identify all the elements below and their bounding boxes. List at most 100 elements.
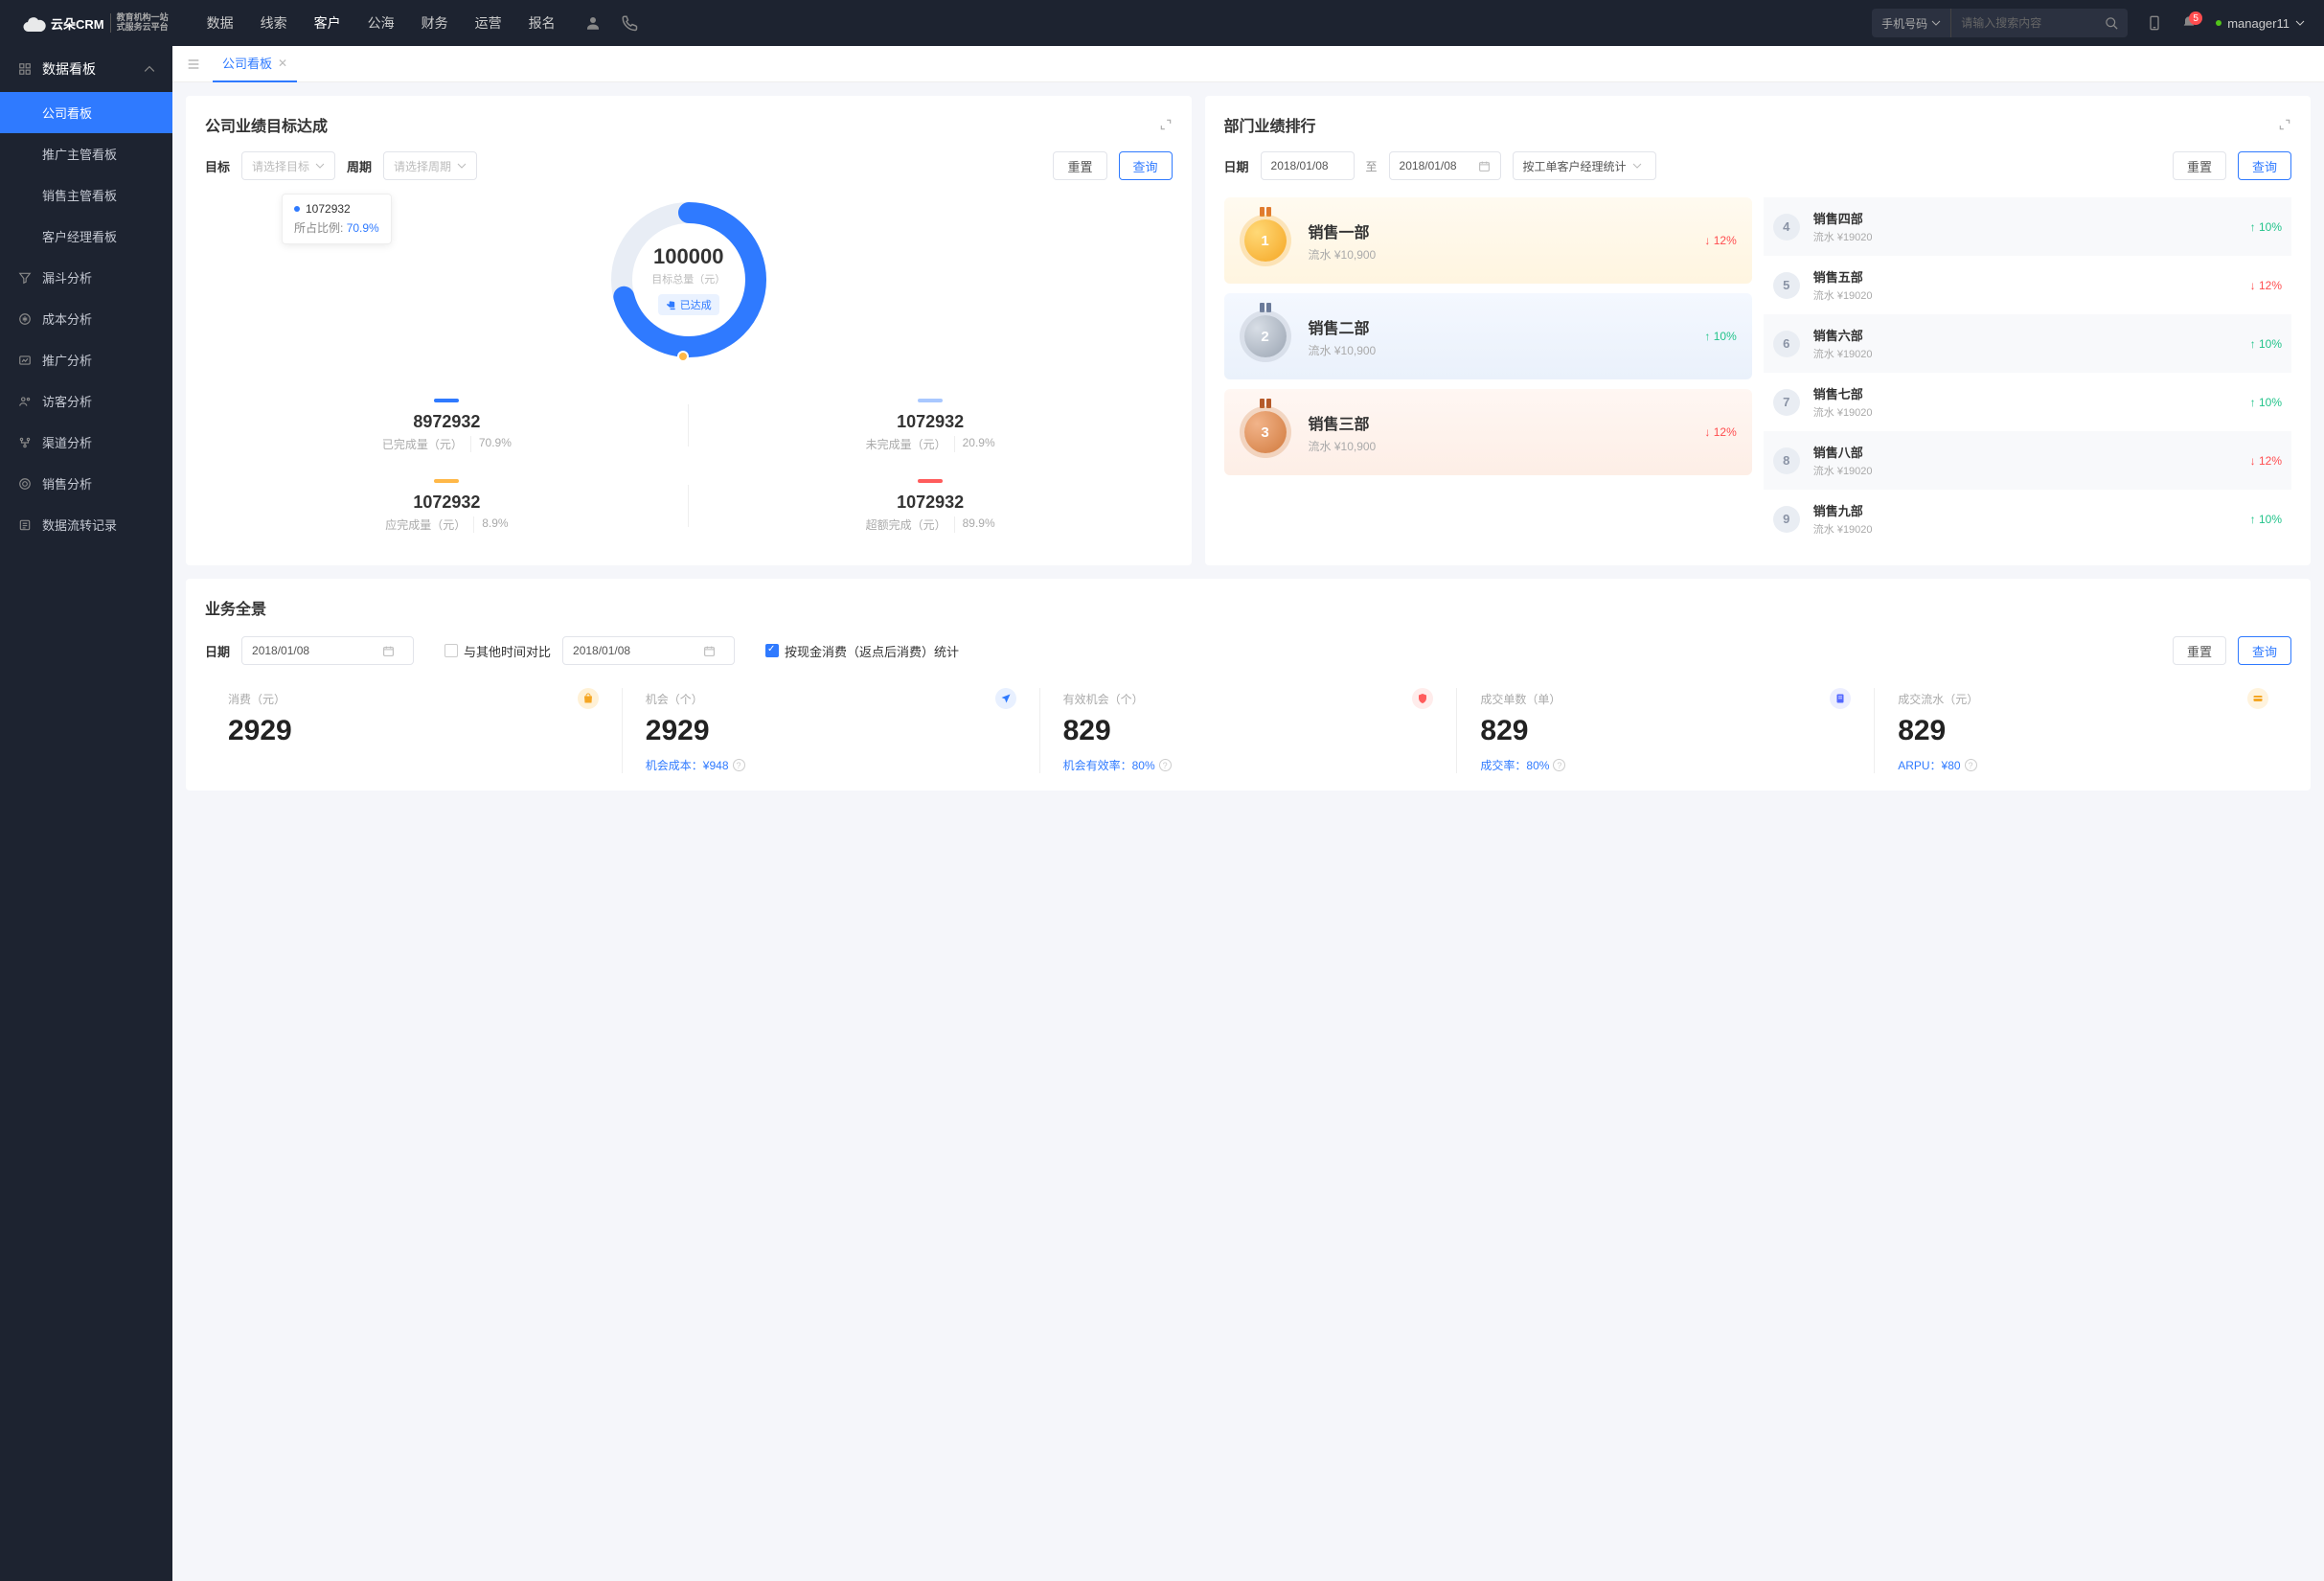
logo-icon [19, 13, 46, 33]
rank-row[interactable]: 9 销售九部 流水 ¥19020 ↑ 10% [1764, 490, 2291, 548]
mobile-icon[interactable] [2147, 15, 2162, 31]
help-icon[interactable]: ? [1553, 759, 1565, 771]
sidebar-item-cost[interactable]: 成本分析 [0, 298, 172, 339]
funnel-icon [17, 271, 33, 285]
user-menu[interactable]: manager11 [2216, 16, 2305, 31]
rank-num: 9 [1773, 506, 1800, 533]
rank-row[interactable]: 5 销售五部 流水 ¥19020 ↓ 12% [1764, 256, 2291, 314]
search-type-label: 手机号码 [1881, 15, 1927, 32]
rank-reset-button[interactable]: 重置 [2173, 151, 2226, 180]
ov-title: 消费（元） [228, 691, 285, 707]
goal-reset-button[interactable]: 重置 [1053, 151, 1106, 180]
ov-foot: 机会有效率：80%? [1063, 757, 1434, 773]
sidebar-item-funnel[interactable]: 漏斗分析 [0, 257, 172, 298]
nav-customers[interactable]: 客户 [314, 13, 341, 33]
ov-query-button[interactable]: 查询 [2238, 636, 2291, 665]
metric-label: 已完成量（元） [382, 436, 463, 452]
rank-delta: ↑ 10% [2250, 337, 2282, 351]
help-icon[interactable]: ? [1159, 759, 1172, 771]
rank-card[interactable]: 1 销售一部 流水 ¥10,900 ↓ 12% [1224, 197, 1752, 284]
tab-bar: 公司看板 ✕ [172, 46, 2324, 82]
sidebar-item-sales-board[interactable]: 销售主管看板 [0, 174, 172, 216]
notification-badge: 5 [2189, 11, 2202, 25]
rank-date-from[interactable] [1261, 151, 1355, 180]
sidebar-item-company-board[interactable]: 公司看板 [0, 92, 172, 133]
sidebar-toggle-icon[interactable] [182, 57, 205, 72]
search-button[interactable] [2095, 16, 2128, 31]
chart-tooltip: 1072932 所占比例: 70.9% [282, 194, 392, 244]
sidebar-item-sales[interactable]: 销售分析 [0, 463, 172, 504]
ov-title: 有效机会（个） [1063, 691, 1144, 707]
rank-card[interactable]: 2 销售二部 流水 ¥10,900 ↑ 10% [1224, 293, 1752, 379]
nav-signup[interactable]: 报名 [529, 13, 556, 33]
sidebar-item-promo-board[interactable]: 推广主管看板 [0, 133, 172, 174]
stat-mode-checkbox[interactable]: 按现金消费（返点后消费）统计 [765, 642, 959, 660]
ov-date2[interactable] [562, 636, 735, 665]
overview-cards: 消费（元） 2929 机会（个） 2929 机会成本：¥948? 有效机会（个）… [205, 688, 2291, 773]
goal-query-button[interactable]: 查询 [1119, 151, 1173, 180]
chevron-down-icon [457, 161, 467, 171]
search-type-select[interactable]: 手机号码 [1872, 9, 1951, 37]
period-select[interactable]: 请选择周期 [383, 151, 477, 180]
sidebar-item-channel[interactable]: 渠道分析 [0, 422, 172, 463]
ov-value: 2929 [646, 715, 1016, 747]
goal-panel-title: 公司业绩目标达成 [205, 113, 328, 136]
rank-sub: 流水 ¥19020 [1813, 404, 2250, 420]
tab-label: 公司看板 [222, 54, 272, 72]
ov-date1[interactable] [241, 636, 414, 665]
donut-chart: 1072932 所占比例: 70.9% 100000 目标总量（元） [205, 194, 1173, 366]
rank-delta: ↑ 10% [1704, 330, 1736, 343]
help-icon[interactable]: ? [733, 759, 745, 771]
tab-company-board[interactable]: 公司看板 ✕ [213, 46, 297, 82]
rank-query-button[interactable]: 查询 [2238, 151, 2291, 180]
ov-reset-button[interactable]: 重置 [2173, 636, 2226, 665]
expand-icon[interactable] [1159, 118, 1173, 131]
metric-cell: 1072932 应完成量（元）8.9% [205, 466, 689, 546]
rank-num: 4 [1773, 214, 1800, 241]
rank-filter-row: 日期 至 按工单客户经理统计 重置 查询 [1224, 151, 2291, 180]
tab-close-icon[interactable]: ✕ [278, 57, 287, 70]
rank-row[interactable]: 8 销售八部 流水 ¥19020 ↓ 12% [1764, 431, 2291, 490]
rank-date-to[interactable] [1389, 151, 1501, 180]
chevron-down-icon [2295, 18, 2305, 28]
nav-leads[interactable]: 线索 [261, 13, 287, 33]
rank-sub: 流水 ¥10,900 [1309, 246, 1377, 263]
help-icon[interactable]: ? [1965, 759, 1977, 771]
rank-card[interactable]: 3 销售三部 流水 ¥10,900 ↓ 12% [1224, 389, 1752, 475]
logo-text: 云朵CRM [51, 14, 104, 33]
overview-card: 成交单数（单） 829 成交率：80%? [1456, 688, 1874, 773]
compare-checkbox[interactable]: 与其他时间对比 [444, 642, 551, 660]
logo[interactable]: 云朵CRM 教育机构一站式服务云平台 [19, 13, 169, 33]
metric-pct: 89.9% [954, 516, 995, 533]
contact-icon[interactable] [584, 14, 602, 32]
search-input[interactable] [1951, 16, 2095, 30]
phone-icon[interactable] [621, 14, 638, 32]
overview-card: 有效机会（个） 829 机会有效率：80%? [1039, 688, 1457, 773]
metric-pct: 70.9% [470, 436, 512, 452]
nav-sea[interactable]: 公海 [368, 13, 395, 33]
sidebar-item-promo[interactable]: 推广分析 [0, 339, 172, 380]
rank-row[interactable]: 4 销售四部 流水 ¥19020 ↑ 10% [1764, 197, 2291, 256]
calendar-icon [703, 645, 716, 657]
rank-stat-select[interactable]: 按工单客户经理统计 [1513, 151, 1656, 180]
sidebar-group-dashboard[interactable]: 数据看板 [0, 46, 172, 92]
nav-ops[interactable]: 运营 [475, 13, 502, 33]
sidebar-item-visitor[interactable]: 访客分析 [0, 380, 172, 422]
sidebar-item-flow[interactable]: 数据流转记录 [0, 504, 172, 545]
nav-data[interactable]: 数据 [207, 13, 234, 33]
expand-icon[interactable] [2278, 118, 2291, 131]
ov-title: 成交单数（单） [1480, 691, 1561, 707]
rank-row[interactable]: 6 销售六部 流水 ¥19020 ↑ 10% [1764, 314, 2291, 373]
rank-name: 销售一部 [1309, 219, 1377, 242]
ov-value: 2929 [228, 715, 599, 747]
sidebar-item-manager-board[interactable]: 客户经理看板 [0, 216, 172, 257]
rank-name: 销售七部 [1813, 384, 2250, 402]
date-sep: 至 [1366, 158, 1378, 174]
rank-row[interactable]: 7 销售七部 流水 ¥19020 ↑ 10% [1764, 373, 2291, 431]
rank-panel-title: 部门业绩排行 [1224, 113, 1316, 136]
nav-finance[interactable]: 财务 [422, 13, 448, 33]
rank-name: 销售八部 [1813, 443, 2250, 461]
target-select[interactable]: 请选择目标 [241, 151, 335, 180]
ov-icon [1412, 688, 1433, 709]
notification-icon[interactable]: 5 [2181, 15, 2197, 31]
